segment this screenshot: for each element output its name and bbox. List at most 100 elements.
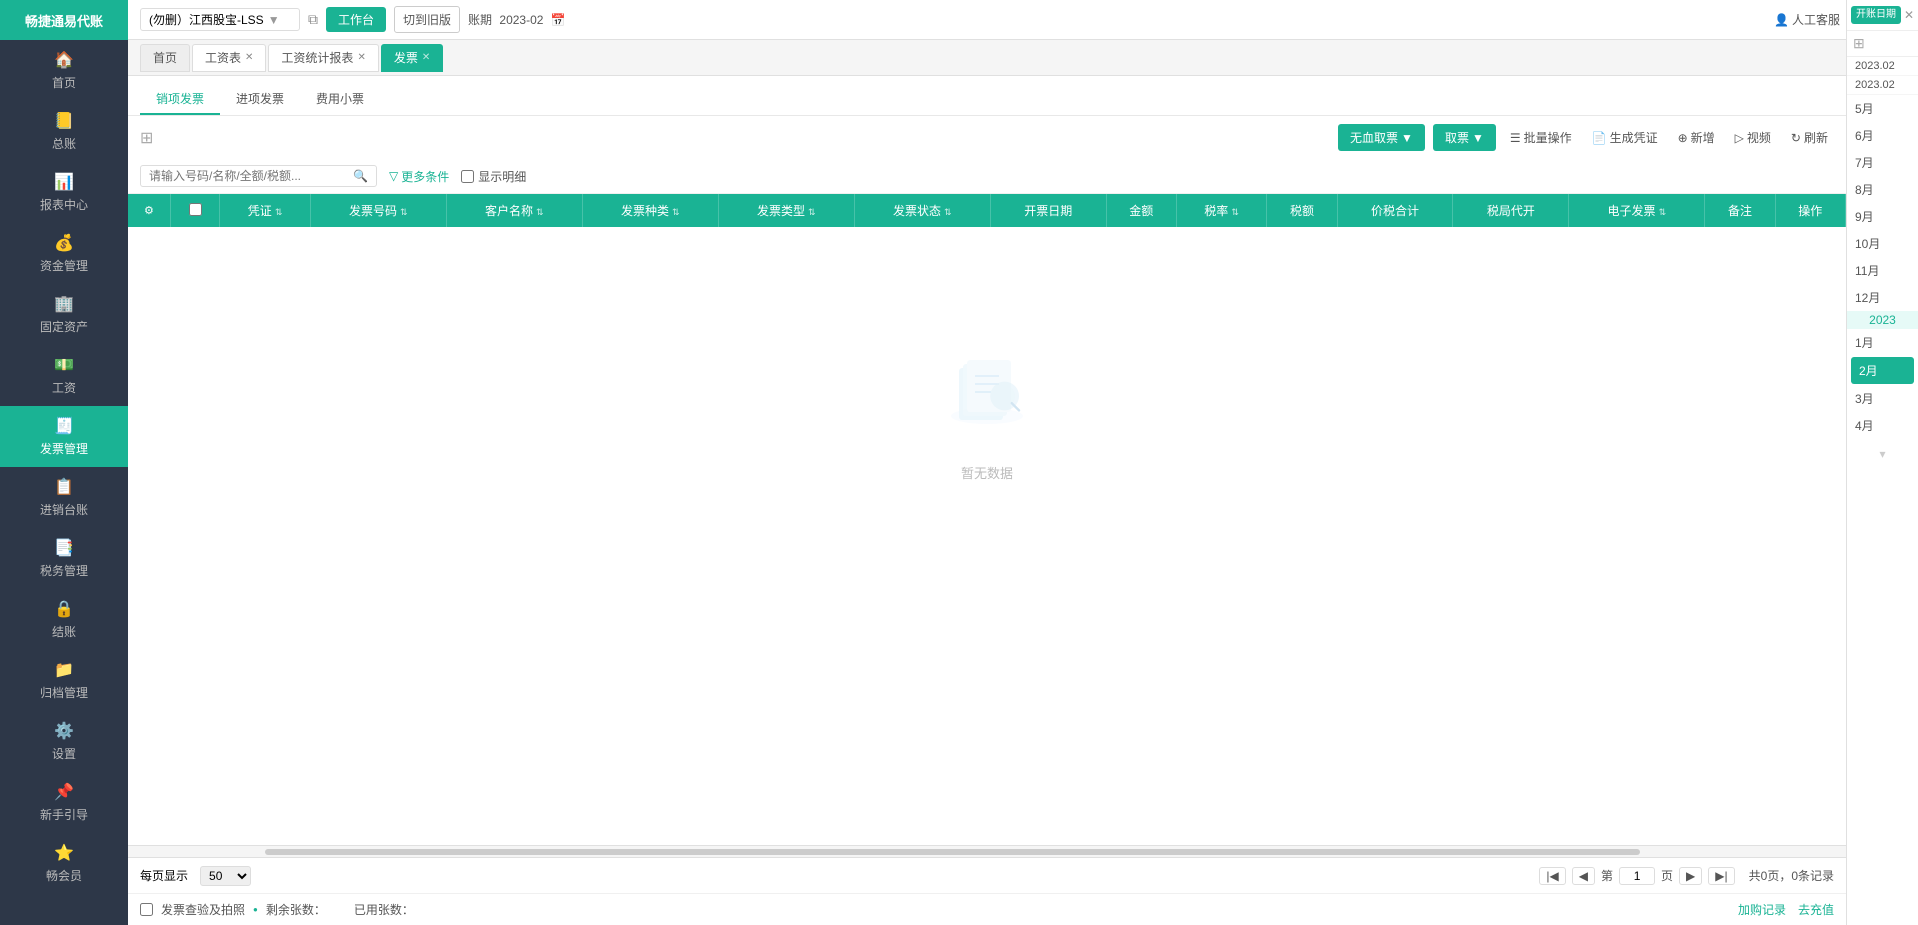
- month-8[interactable]: 8月: [1847, 176, 1918, 203]
- col-remark: 备注: [1705, 194, 1775, 227]
- new-button[interactable]: ⊕ 新增: [1672, 125, 1721, 150]
- sidebar-item-home[interactable]: 🏠 首页: [0, 40, 128, 101]
- more-conditions-btn[interactable]: ▽ 更多条件: [389, 168, 449, 185]
- period-item-2023-02-1[interactable]: 2023.02: [1847, 57, 1918, 76]
- settings-icon: ⚙️: [54, 721, 74, 741]
- page-label: 第: [1601, 867, 1613, 884]
- tab-invoice[interactable]: 发票 ✕: [381, 44, 443, 72]
- company-selector[interactable]: (勿删）江西股宝-LSS ▼: [140, 8, 300, 31]
- tab-salary-stats-close[interactable]: ✕: [357, 52, 365, 63]
- first-page-btn[interactable]: |◀: [1539, 867, 1565, 885]
- sidebar-item-invoice[interactable]: 🧾 发票管理: [0, 406, 128, 467]
- search-icon[interactable]: 🔍: [353, 169, 368, 183]
- scroll-down-icon[interactable]: ▾: [1847, 439, 1918, 469]
- sidebar: 畅捷通易代账 🏠 首页 📒 总账 📊 报表中心 💰 资金管理 🏢 固定资产 💵 …: [0, 0, 128, 925]
- sort-icon[interactable]: ⇅: [400, 207, 408, 217]
- refresh-button[interactable]: ↻ 刷新: [1785, 125, 1834, 150]
- dropdown-arrow: ▼: [1472, 131, 1484, 145]
- next-page-btn[interactable]: ▶: [1679, 867, 1702, 885]
- copy-icon[interactable]: ⧉: [308, 11, 318, 28]
- workbench-button[interactable]: 工作台: [326, 7, 386, 32]
- col-checkbox[interactable]: [170, 194, 219, 227]
- period-label: 2023.02: [1855, 79, 1895, 91]
- period-icon[interactable]: 📅: [551, 13, 566, 27]
- month-2023-1[interactable]: 1月: [1847, 329, 1918, 356]
- switch-version-button[interactable]: 切到旧版: [394, 6, 460, 33]
- sidebar-item-settings[interactable]: ⚙️ 设置: [0, 711, 128, 772]
- sidebar-item-ledger[interactable]: 📒 总账: [0, 101, 128, 162]
- month-10[interactable]: 10月: [1847, 230, 1918, 257]
- sort-icon[interactable]: ⇅: [1659, 207, 1667, 217]
- sort-icon[interactable]: ⇅: [808, 207, 816, 217]
- no-tax-button[interactable]: 无血取票 ▼: [1338, 124, 1425, 151]
- subtab-expense-receipt[interactable]: 费用小票: [300, 84, 380, 115]
- go-right-link[interactable]: 去充值: [1798, 901, 1834, 918]
- search-input[interactable]: [149, 169, 349, 183]
- subtab-sales-invoice[interactable]: 销项发票: [140, 84, 220, 115]
- page-input[interactable]: 1: [1619, 867, 1655, 885]
- sort-icon[interactable]: ⇅: [275, 207, 283, 217]
- tab-salary-label: 工资表: [205, 49, 241, 66]
- month-11[interactable]: 11月: [1847, 257, 1918, 284]
- subtab-purchase-invoice[interactable]: 进项发票: [220, 84, 300, 115]
- gen-voucher-button[interactable]: 📄 生成凭证: [1586, 125, 1664, 150]
- sidebar-item-label: 总账: [52, 135, 76, 152]
- service-icon: 👤: [1774, 13, 1789, 27]
- col-settings[interactable]: ⚙: [128, 194, 170, 227]
- year-2023-label[interactable]: 2023: [1847, 311, 1918, 329]
- month-9[interactable]: 9月: [1847, 203, 1918, 230]
- expand-panel-icon[interactable]: ⊞: [1853, 35, 1865, 52]
- sort-icon[interactable]: ⇅: [672, 207, 680, 217]
- month-6[interactable]: 6月: [1847, 122, 1918, 149]
- sidebar-item-label: 资金管理: [40, 257, 88, 274]
- sort-icon[interactable]: ⇅: [944, 207, 952, 217]
- sort-icon[interactable]: ⇅: [536, 207, 544, 217]
- sidebar-item-funds[interactable]: 💰 资金管理: [0, 223, 128, 284]
- video-button[interactable]: ▷ 视频: [1729, 125, 1777, 150]
- sidebar-item-sales[interactable]: 📋 进销台账: [0, 467, 128, 528]
- tab-salary-close[interactable]: ✕: [245, 52, 253, 63]
- period-label: 账期 2023-02 📅: [468, 11, 566, 28]
- month-5[interactable]: 5月: [1847, 95, 1918, 122]
- sidebar-item-reports[interactable]: 📊 报表中心: [0, 162, 128, 223]
- date-scroll[interactable]: 2023.02 2023.02 5月 6月 7月 8月 9月 10月 11月 1…: [1847, 57, 1918, 925]
- take-button[interactable]: 取票 ▼: [1433, 124, 1496, 151]
- sort-icon[interactable]: ⇅: [1231, 207, 1239, 217]
- period-item-2023-02-2[interactable]: 2023.02: [1847, 76, 1918, 95]
- tab-salary-table[interactable]: 工资表 ✕: [192, 44, 266, 72]
- customer-service[interactable]: 👤 人工客服: [1774, 11, 1840, 28]
- sidebar-item-archive[interactable]: 📁 归档管理: [0, 650, 128, 711]
- select-all-checkbox[interactable]: [189, 203, 202, 216]
- open-period-btn[interactable]: 开账日期: [1851, 6, 1901, 24]
- col-invoice-category: 发票类型 ⇅: [718, 194, 854, 227]
- tab-invoice-close[interactable]: ✕: [422, 52, 430, 63]
- tab-home[interactable]: 首页: [140, 44, 190, 72]
- month-12[interactable]: 12月: [1847, 284, 1918, 311]
- sidebar-item-assets[interactable]: 🏢 固定资产: [0, 284, 128, 345]
- show-detail-toggle[interactable]: 显示明细: [461, 168, 526, 185]
- horizontal-scrollbar[interactable]: [128, 845, 1846, 857]
- page-unit-label: 页: [1661, 867, 1673, 884]
- invoice-check-checkbox[interactable]: [140, 903, 153, 916]
- month-2023-2[interactable]: 2月: [1851, 357, 1914, 384]
- sidebar-item-closing[interactable]: 🔒 结账: [0, 589, 128, 650]
- sidebar-item-salary[interactable]: 💵 工资: [0, 345, 128, 406]
- month-7[interactable]: 7月: [1847, 149, 1918, 176]
- panel-close-btn[interactable]: ✕: [1904, 8, 1914, 22]
- last-page-btn[interactable]: ▶|: [1708, 867, 1734, 885]
- month-2023-4[interactable]: 4月: [1847, 412, 1918, 439]
- show-detail-checkbox[interactable]: [461, 170, 474, 183]
- sidebar-item-tax[interactable]: 📑 税务管理: [0, 528, 128, 589]
- batch-ops-button[interactable]: ☰ 批量操作: [1504, 125, 1578, 150]
- sidebar-item-member[interactable]: ⭐ 畅会员: [0, 833, 128, 894]
- tab-salary-stats[interactable]: 工资统计报表 ✕: [268, 44, 378, 72]
- add-record-link[interactable]: 加购记录: [1738, 901, 1786, 918]
- remaining-label: 剩余张数：: [266, 901, 326, 918]
- month-2023-3[interactable]: 3月: [1847, 385, 1918, 412]
- col-tax-total: 价税合计: [1337, 194, 1453, 227]
- sidebar-item-guide[interactable]: 📌 新手引导: [0, 772, 128, 833]
- sidebar-item-label: 税务管理: [40, 562, 88, 579]
- per-page-select[interactable]: 50 100 200: [200, 866, 251, 886]
- prev-page-btn[interactable]: ◀: [1572, 867, 1595, 885]
- display-toggle-icon[interactable]: ⊞: [140, 128, 153, 148]
